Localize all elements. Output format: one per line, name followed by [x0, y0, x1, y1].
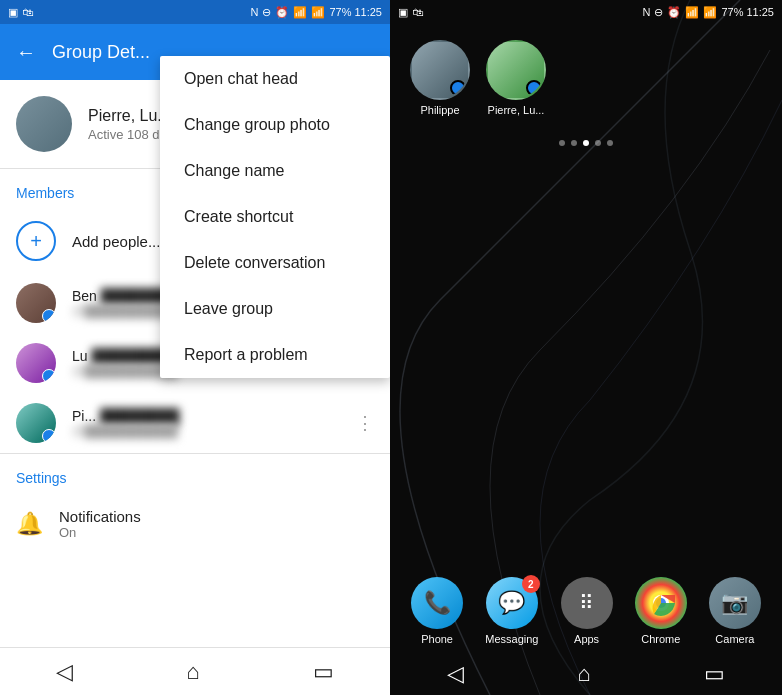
dock-app-apps[interactable]: ⠿ Apps [561, 577, 613, 645]
dot-1 [559, 140, 565, 146]
bag-icon: 🛍 [22, 6, 33, 18]
back-button[interactable]: ← [16, 41, 36, 64]
nav-recents-right[interactable]: ▭ [704, 661, 725, 687]
menu-item-change-name[interactable]: Change name [160, 148, 390, 194]
member-row-pi: Pi... ████████ @███████████ ⋮ [0, 393, 390, 453]
nfc-icon: N [250, 6, 258, 18]
menu-item-change-group-photo[interactable]: Change group photo [160, 102, 390, 148]
right-signal-icon: 📶 [703, 6, 717, 19]
messaging-icon: 💬 2 [486, 577, 538, 629]
chat-heads-container: Philippe Pierre, Lu... [390, 24, 782, 132]
right-status-right: N ⊖ ⏰ 📶 📶 77% 11:25 [642, 6, 774, 19]
menu-item-create-shortcut[interactable]: Create shortcut [160, 194, 390, 240]
nav-back-left[interactable]: ◁ [56, 659, 73, 685]
dot-2 [571, 140, 577, 146]
nav-home-right[interactable]: ⌂ [577, 661, 590, 687]
right-status-bar: ▣ 🛍 N ⊖ ⏰ 📶 📶 77% 11:25 [390, 0, 782, 24]
right-minus-icon: ⊖ [654, 6, 663, 19]
dock-app-phone[interactable]: 📞 Phone [411, 577, 463, 645]
right-panel: ▣ 🛍 N ⊖ ⏰ 📶 📶 77% 11:25 Philippe Pierre,… [390, 0, 782, 695]
add-people-label: Add people... [72, 233, 160, 250]
notifications-value: On [59, 525, 141, 540]
camera-label: Camera [715, 633, 754, 645]
right-sim-icon: ▣ [398, 6, 408, 19]
chrome-label: Chrome [641, 633, 680, 645]
chat-head-badge-philippe [450, 80, 466, 96]
right-bag-icon: 🛍 [412, 6, 423, 18]
right-battery: 77% 11:25 [721, 6, 774, 18]
left-status-bar: ▣ 🛍 N ⊖ ⏰ 📶 📶 77% 11:25 [0, 0, 390, 24]
member-handle-pi: @███████████ [72, 424, 340, 438]
notifications-label: Notifications [59, 508, 141, 525]
right-status-left-icons: ▣ 🛍 [398, 6, 423, 19]
settings-header: Settings [0, 454, 390, 494]
sim-icon: ▣ [8, 6, 18, 19]
nav-recents-left[interactable]: ▭ [313, 659, 334, 685]
dock-icons-row: 📞 Phone 💬 2 Messaging ⠿ Apps [390, 565, 782, 653]
bottom-dock: 📞 Phone 💬 2 Messaging ⠿ Apps [390, 565, 782, 695]
member-avatar-lu [16, 343, 56, 383]
apps-label: Apps [574, 633, 599, 645]
member-avatar-ben [16, 283, 56, 323]
group-avatar [16, 96, 72, 152]
messaging-badge: 2 [522, 575, 540, 593]
chat-head-pierre[interactable]: Pierre, Lu... [486, 40, 546, 116]
member-avatar-pi [16, 403, 56, 443]
right-alarm-icon: ⏰ [667, 6, 681, 19]
minus-icon: ⊖ [262, 6, 271, 19]
apps-icon: ⠿ [561, 577, 613, 629]
chat-head-avatar-pierre [486, 40, 546, 100]
signal-icon: 📶 [311, 6, 325, 19]
phone-icon: 📞 [411, 577, 463, 629]
page-dot-indicators [390, 140, 782, 146]
dropdown-menu: Open chat head Change group photo Change… [160, 56, 390, 378]
nav-back-right[interactable]: ◁ [447, 661, 464, 687]
menu-item-delete-conversation[interactable]: Delete conversation [160, 240, 390, 286]
add-circle-icon: + [16, 221, 56, 261]
nav-home-left[interactable]: ⌂ [186, 659, 199, 685]
member-dots-pi[interactable]: ⋮ [356, 412, 374, 434]
dot-3 [583, 140, 589, 146]
notifications-row[interactable]: 🔔 Notifications On [0, 494, 390, 554]
chat-head-philippe[interactable]: Philippe [410, 40, 470, 116]
dock-app-chrome[interactable]: Chrome [635, 577, 687, 645]
dock-app-camera[interactable]: 📷 Camera [709, 577, 761, 645]
chat-head-badge-pierre [526, 80, 542, 96]
notifications-icon: 🔔 [16, 511, 43, 537]
wifi-icon: 📶 [293, 6, 307, 19]
status-bar-right-info: N ⊖ ⏰ 📶 📶 77% 11:25 [250, 6, 382, 19]
chat-head-avatar-philippe [410, 40, 470, 100]
camera-icon: 📷 [709, 577, 761, 629]
member-info-pi: Pi... ████████ @███████████ [72, 408, 340, 438]
chat-head-name-philippe: Philippe [420, 104, 459, 116]
messenger-badge-lu [42, 369, 56, 383]
left-nav-bar: ◁ ⌂ ▭ [0, 647, 390, 695]
left-panel: ▣ 🛍 N ⊖ ⏰ 📶 📶 77% 11:25 ← Group Det... P… [0, 0, 390, 695]
right-nfc-icon: N [642, 6, 650, 18]
chat-head-name-pierre: Pierre, Lu... [488, 104, 545, 116]
messaging-label: Messaging [485, 633, 538, 645]
dot-5 [607, 140, 613, 146]
dock-app-messaging[interactable]: 💬 2 Messaging [485, 577, 538, 645]
notifications-info: Notifications On [59, 508, 141, 540]
menu-item-report-problem[interactable]: Report a problem [160, 332, 390, 378]
dot-4 [595, 140, 601, 146]
alarm-icon: ⏰ [275, 6, 289, 19]
right-wifi-icon: 📶 [685, 6, 699, 19]
messenger-badge-pi [42, 429, 56, 443]
battery-text: 77% 11:25 [329, 6, 382, 18]
chrome-icon [635, 577, 687, 629]
menu-item-open-chat-head[interactable]: Open chat head [160, 56, 390, 102]
member-name-pi: Pi... ████████ [72, 408, 340, 424]
phone-label: Phone [421, 633, 453, 645]
status-bar-left-icons: ▣ 🛍 [8, 6, 33, 19]
right-nav-bar: ◁ ⌂ ▭ [390, 653, 782, 695]
messenger-badge-ben [42, 309, 56, 323]
menu-item-leave-group[interactable]: Leave group [160, 286, 390, 332]
